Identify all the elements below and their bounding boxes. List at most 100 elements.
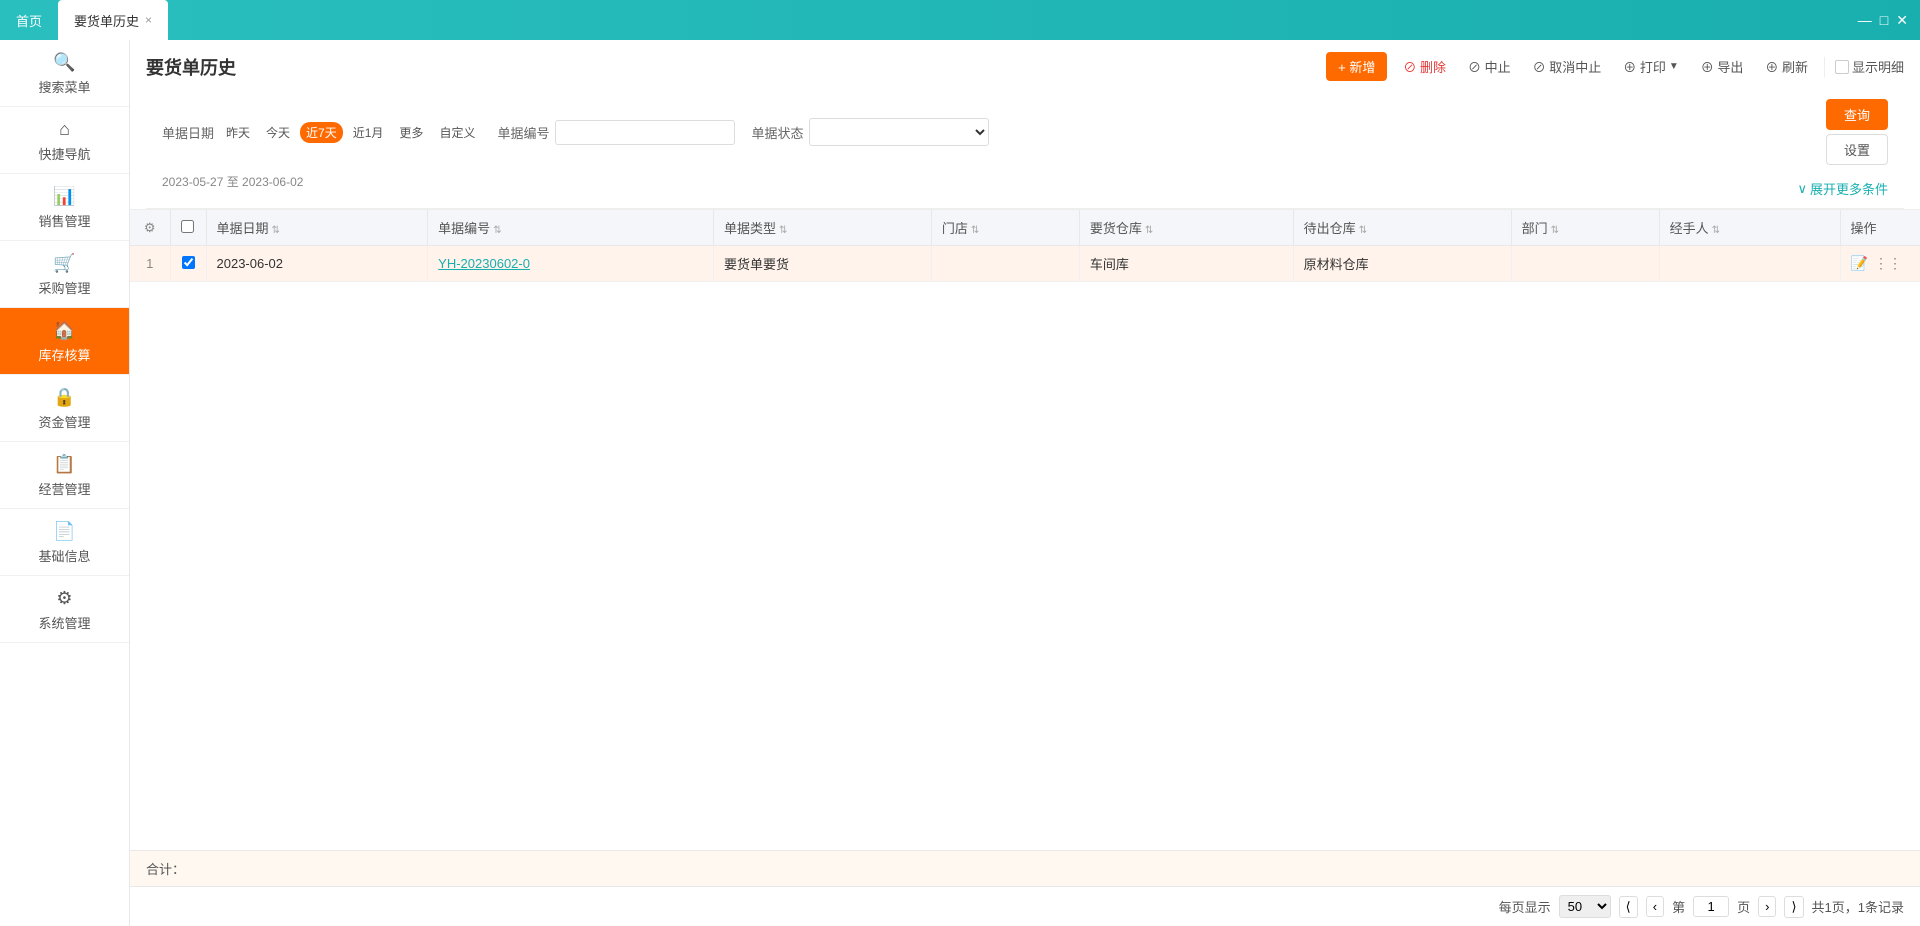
table-body: 1 2023-06-02 YH-20230602-0 要货单要货 车间库 原材料… [130,246,1920,282]
main-layout: 🔍 搜索菜单 ⌂ 快捷导航 📊 销售管理 🛒 采购管理 🏠 库存核算 🔒 资金管… [0,40,1920,926]
docno-sort-icon[interactable]: ⇅ [493,225,501,236]
window-controls: — □ ✕ [1858,12,1920,29]
date-shortcut-more[interactable]: 更多 [393,122,429,143]
sidebar-item-finance-mgmt[interactable]: 🔒 资金管理 [0,375,129,442]
refresh-button[interactable]: ⊕ 刷新 [1759,53,1814,80]
date-shortcut-last7days[interactable]: 近7天 [300,122,343,143]
date-shortcut-yesterday[interactable]: 昨天 [220,122,256,143]
sidebar: 🔍 搜索菜单 ⌂ 快捷导航 📊 销售管理 🛒 采购管理 🏠 库存核算 🔒 资金管… [0,40,130,926]
tab-history-label: 要货单历史 [74,11,139,30]
minimize-icon[interactable]: — [1858,12,1872,28]
req-warehouse-sort-icon[interactable]: ⇅ [1145,225,1153,236]
more-icon[interactable]: ⋮⋮ [1874,255,1902,272]
sidebar-item-sales-mgmt-label: 销售管理 [38,211,90,230]
sidebar-item-inventory[interactable]: 🏠 库存核算 [0,308,129,375]
dept-sort-icon[interactable]: ⇅ [1551,225,1559,236]
content-area: 要货单历史 + 新增 ⊘ 删除 ⊘ 中止 ⊘ 取消中止 ⊕ 打印 ▼ ⊕ 导出 … [130,40,1920,926]
cell-date: 2023-06-02 [206,246,428,282]
tab-history-close[interactable]: × [145,13,152,27]
sidebar-item-finance-mgmt-label: 资金管理 [38,412,90,431]
status-filter-group: 单据状态 [751,118,989,146]
row-checkbox[interactable] [182,256,195,269]
doctype-sort-icon[interactable]: ⇅ [779,225,787,236]
sidebar-item-inventory-label: 库存核算 [38,345,90,364]
edit-icon[interactable]: 📝 [1851,255,1868,272]
summary-label: 合计： [146,859,185,878]
sidebar-item-operation-mgmt[interactable]: 📋 经营管理 [0,442,129,509]
toolbar: + 新增 ⊘ 删除 ⊘ 中止 ⊘ 取消中止 ⊕ 打印 ▼ ⊕ 导出 ⊕ 刷新 显… [1326,52,1904,81]
last-page-button[interactable]: ⟩ [1784,896,1803,918]
total-info: 共1页，1条记录 [1812,897,1904,916]
table-row: 1 2023-06-02 YH-20230602-0 要货单要货 车间库 原材料… [130,246,1920,282]
sidebar-item-purchase-mgmt-label: 采购管理 [38,278,90,297]
sidebar-item-search-menu-label: 搜索菜单 [38,77,90,96]
stop-button[interactable]: ⊘ 中止 [1462,53,1517,80]
col-handler: 经手人⇅ [1659,210,1840,246]
top-bar: 首页 要货单历史 × — □ ✕ [0,0,1920,40]
col-doc-no: 单据编号⇅ [428,210,714,246]
date-sort-icon[interactable]: ⇅ [272,225,280,236]
prev-page-button[interactable]: ‹ [1646,896,1664,917]
date-shortcut-last1month[interactable]: 近1月 [347,122,390,143]
maximize-icon[interactable]: □ [1880,12,1888,28]
store-sort-icon[interactable]: ⇅ [971,225,979,236]
delete-button[interactable]: ⊘ 删除 [1397,53,1452,80]
page-header: 要货单历史 + 新增 ⊘ 删除 ⊘ 中止 ⊘ 取消中止 ⊕ 打印 ▼ ⊕ 导出 … [130,40,1920,210]
search-button[interactable]: 查询 [1826,99,1888,130]
sidebar-item-sales-mgmt[interactable]: 📊 销售管理 [0,174,129,241]
show-detail-toggle[interactable]: 显示明细 [1835,57,1904,76]
tab-home[interactable]: 首页 [0,0,58,40]
cancel-stop-button[interactable]: ⊘ 取消中止 [1527,53,1608,80]
filter-second-row: 2023-05-27 至 2023-06-02 ∨ 展开更多条件 [162,173,1888,198]
sidebar-item-system-mgmt-label: 系统管理 [38,613,90,632]
print-chevron-icon: ▼ [1669,61,1679,72]
row-checkbox-cell [170,246,206,282]
page-size-select[interactable]: 50 10 20 100 [1559,895,1611,918]
select-all-checkbox[interactable] [181,220,194,233]
pending-warehouse-sort-icon[interactable]: ⇅ [1359,225,1367,236]
table-settings-icon[interactable]: ⚙ [140,220,160,236]
first-page-button[interactable]: ⟨ [1619,896,1638,918]
cell-doc-type: 要货单要货 [713,246,931,282]
sidebar-item-search-menu[interactable]: 🔍 搜索菜单 [0,40,129,107]
table-header-row: ⚙ 单据日期⇅ 单据编号⇅ 单据类型⇅ [130,210,1920,246]
export-button[interactable]: ⊕ 导出 [1695,53,1750,80]
quick-nav-icon: ⌂ [59,119,70,140]
col-req-warehouse: 要货仓库⇅ [1079,210,1293,246]
page-number-input[interactable] [1693,896,1729,917]
pagination-bar: 每页显示 50 10 20 100 ⟨ ‹ 第 页 › ⟩ 共1页，1条记录 [130,886,1920,926]
page-unit: 页 [1737,897,1750,916]
doc-number-filter-group: 单据编号 [497,120,735,145]
sidebar-item-basic-info[interactable]: 📄 基础信息 [0,509,129,576]
col-settings: ⚙ [130,210,170,246]
add-button[interactable]: + 新增 [1326,52,1387,81]
table-wrapper: ⚙ 单据日期⇅ 单据编号⇅ 单据类型⇅ [130,210,1920,850]
status-select[interactable] [809,118,989,146]
sidebar-item-quick-nav[interactable]: ⌂ 快捷导航 [0,107,129,174]
handler-sort-icon[interactable]: ⇅ [1712,225,1720,236]
show-detail-checkbox[interactable] [1835,60,1849,74]
next-page-button[interactable]: › [1758,896,1776,917]
date-shortcut-today[interactable]: 今天 [260,122,296,143]
close-icon[interactable]: ✕ [1896,12,1908,29]
print-button[interactable]: ⊕ 打印 ▼ [1617,53,1685,80]
action-icons: 📝 ⋮⋮ [1851,255,1911,272]
cell-handler [1659,246,1840,282]
settings-button[interactable]: 设置 [1826,134,1888,165]
page-title: 要货单历史 [146,54,236,80]
system-mgmt-icon: ⚙ [56,588,72,609]
filter-row-1: 单据日期 昨天 今天 近7天 近1月 更多 自定义 单据编号 [162,99,1888,165]
sidebar-item-quick-nav-label: 快捷导航 [38,144,90,163]
tab-history[interactable]: 要货单历史 × [58,0,168,40]
expand-more-button[interactable]: ∨ 展开更多条件 [1797,179,1888,198]
sidebar-item-purchase-mgmt[interactable]: 🛒 采购管理 [0,241,129,308]
sidebar-item-operation-mgmt-label: 经营管理 [38,479,90,498]
cell-department [1511,246,1659,282]
date-shortcut-custom[interactable]: 自定义 [433,122,481,143]
doc-no-link[interactable]: YH-20230602-0 [438,256,530,271]
basic-info-icon: 📄 [53,521,75,542]
show-detail-label: 显示明细 [1852,57,1904,76]
sidebar-item-system-mgmt[interactable]: ⚙ 系统管理 [0,576,129,643]
doc-number-input[interactable] [555,120,735,145]
cell-doc-no: YH-20230602-0 [428,246,714,282]
